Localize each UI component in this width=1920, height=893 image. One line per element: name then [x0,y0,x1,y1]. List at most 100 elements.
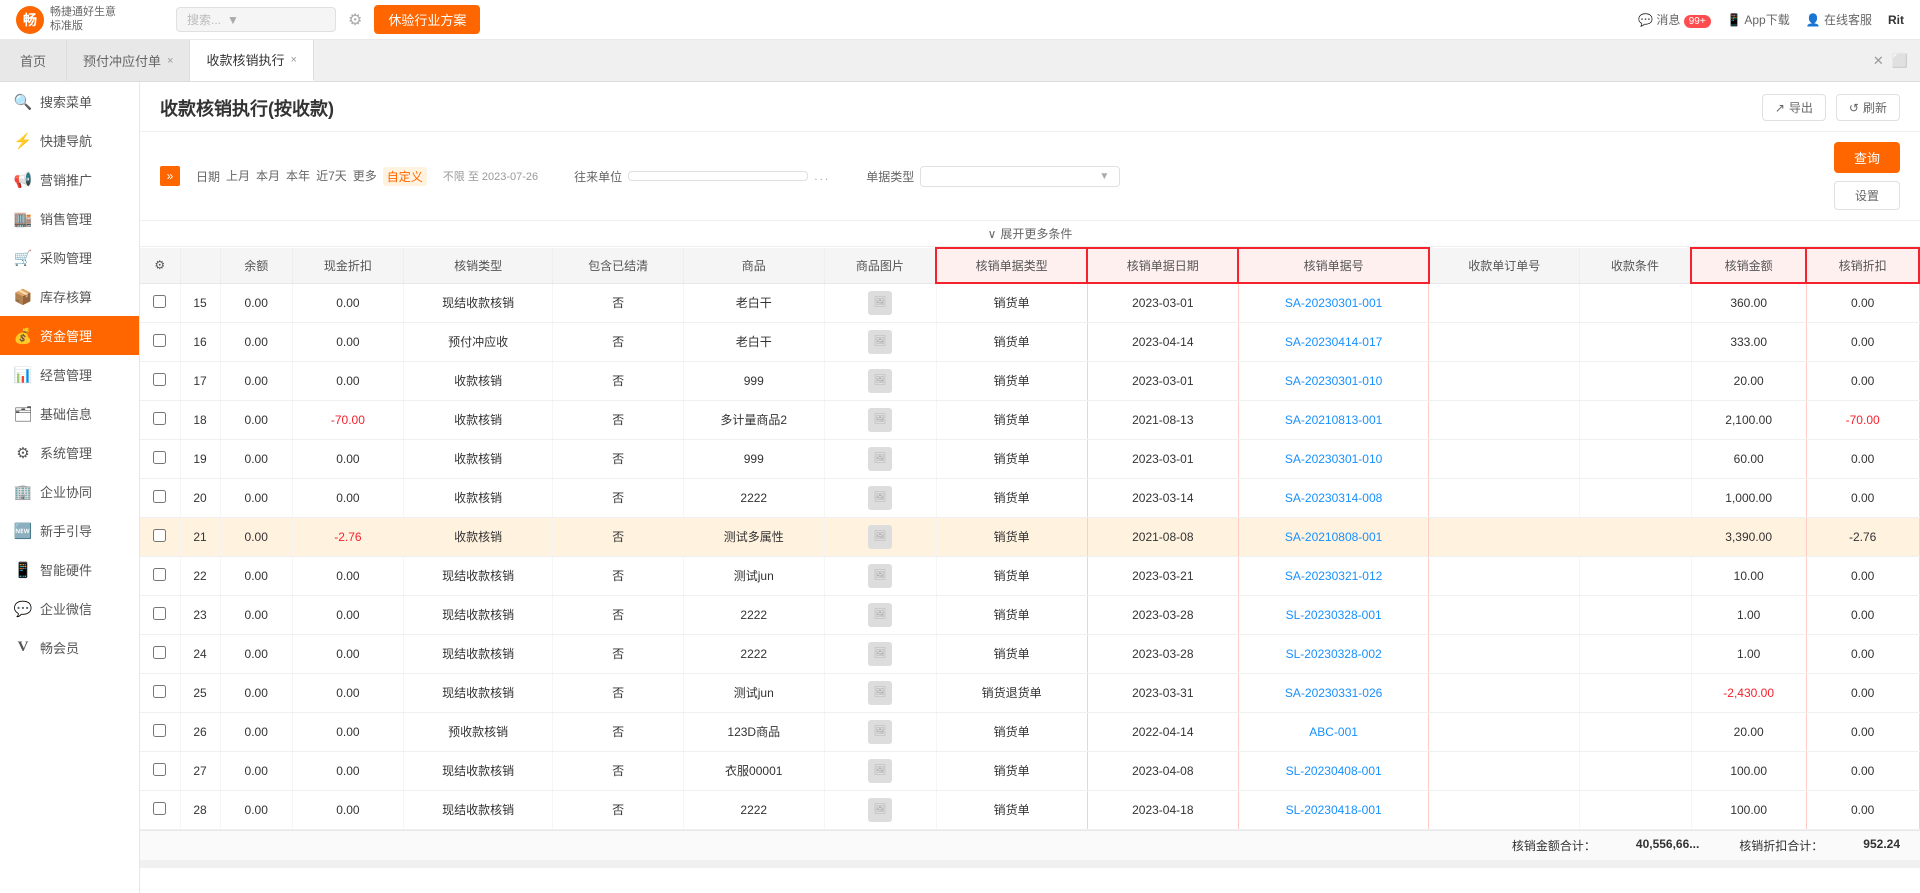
table-cell[interactable]: SL-20230418-001 [1238,790,1428,829]
tab-home[interactable]: 首页 [0,40,67,81]
export-button[interactable]: ↗ 导出 [1762,94,1826,121]
doc-no-link[interactable]: SA-20230301-001 [1285,296,1382,310]
notification-icon[interactable]: 💬 消息 99+ [1638,11,1711,28]
table-cell: 19 [180,439,220,478]
table-cell[interactable]: SA-20230314-008 [1238,478,1428,517]
unit-input[interactable] [628,171,808,181]
row-checkbox[interactable] [153,295,166,308]
row-checkbox[interactable] [153,373,166,386]
sidebar-item-sales[interactable]: 🏬 销售管理 [0,199,139,238]
doc-no-link[interactable]: SA-20230331-026 [1285,686,1382,700]
table-cell [140,712,180,751]
tab-collection[interactable]: 收款核销执行 × [190,40,313,81]
doc-no-link[interactable]: SA-20230301-010 [1285,452,1382,466]
tab-prepay-close[interactable]: × [167,55,173,67]
table-cell[interactable]: ABC-001 [1238,712,1428,751]
doc-no-link[interactable]: ABC-001 [1309,725,1358,739]
row-checkbox[interactable] [153,724,166,737]
row-checkbox[interactable] [153,802,166,815]
doc-no-link[interactable]: SA-20210813-001 [1285,413,1382,427]
row-checkbox[interactable] [153,334,166,347]
doc-no-link[interactable]: SA-20210808-001 [1285,530,1382,544]
top-search-bar[interactable]: 搜索... ▼ [176,7,336,32]
table-cell[interactable]: SA-20230301-001 [1238,283,1428,322]
filter-expand-button[interactable]: » [160,166,180,186]
sidebar-item-search[interactable]: 🔍 搜索菜单 [0,82,139,121]
table-cell: 0.00 [220,400,292,439]
table-cell[interactable]: SA-20230414-017 [1238,322,1428,361]
row-checkbox[interactable] [153,568,166,581]
gear-icon[interactable]: ⚙ [348,10,362,30]
row-checkbox[interactable] [153,529,166,542]
table-cell: 0.00 [1806,634,1919,673]
sidebar-item-corp[interactable]: 🏢 企业协同 [0,472,139,511]
sidebar-item-basic[interactable]: 🗂 基础信息 [0,394,139,433]
page-header: 收款核销执行(按收款) ↗ 导出 ↺ 刷新 [140,82,1920,132]
doc-no-link[interactable]: SL-20230408-001 [1286,764,1382,778]
date-custom[interactable]: 自定义 [383,167,427,186]
sidebar-item-business[interactable]: 📊 经营管理 [0,355,139,394]
table-cell[interactable]: SL-20230328-001 [1238,595,1428,634]
row-checkbox[interactable] [153,451,166,464]
col-settings[interactable]: ⚙ [140,248,180,283]
guide-icon: 🆕 [14,522,32,540]
query-button[interactable]: 查询 [1834,142,1900,173]
sidebar-item-hardware[interactable]: 📱 智能硬件 [0,550,139,589]
date-7days[interactable]: 近7天 [316,167,347,186]
doc-no-link[interactable]: SA-20230314-008 [1285,491,1382,505]
refresh-button[interactable]: ↺ 刷新 [1836,94,1900,121]
table-cell[interactable]: SA-20230301-010 [1238,439,1428,478]
industry-btn[interactable]: 休验行业方案 [374,5,480,34]
row-checkbox[interactable] [153,607,166,620]
purchase-icon: 🛒 [14,249,32,267]
sidebar-item-finance[interactable]: 💰 资金管理 [0,316,139,355]
row-checkbox[interactable] [153,412,166,425]
table-cell: 0.00 [292,634,403,673]
table-cell: 0.00 [220,478,292,517]
table-cell[interactable]: SA-20210813-001 [1238,400,1428,439]
doc-no-link[interactable]: SL-20230418-001 [1286,803,1382,817]
date-last-month[interactable]: 上月 [226,167,250,186]
row-checkbox[interactable] [153,646,166,659]
app-download[interactable]: 📱 App下载 [1727,11,1790,28]
sidebar-item-marketing[interactable]: 📢 营销推广 [0,160,139,199]
sidebar-item-guide[interactable]: 🆕 新手引导 [0,511,139,550]
online-service[interactable]: 👤 在线客服 [1806,11,1872,28]
table-cell: 销货单 [936,634,1087,673]
sidebar-item-quicknav[interactable]: ⚡ 快捷导航 [0,121,139,160]
row-checkbox[interactable] [153,490,166,503]
table-cell[interactable]: SL-20230408-001 [1238,751,1428,790]
table-cell[interactable]: SA-20210808-001 [1238,517,1428,556]
table-cell[interactable]: SL-20230328-002 [1238,634,1428,673]
doc-no-link[interactable]: SA-20230301-010 [1285,374,1382,388]
expand-more-bar[interactable]: ∨ 展开更多条件 [140,221,1920,247]
tab-collection-close[interactable]: × [290,54,296,66]
table-container[interactable]: ⚙ 余额 现金折扣 核销类型 包含已结清 商品 商品图片 核销单据类型 核销单据… [140,247,1920,893]
horizontal-scrollbar[interactable] [140,860,1920,868]
doc-no-link[interactable]: SL-20230328-002 [1286,647,1382,661]
row-checkbox[interactable] [153,685,166,698]
col-no [180,248,220,283]
table-cell: 🖼 [824,673,936,712]
sidebar-item-wechat[interactable]: 💬 企业微信 [0,589,139,628]
date-more[interactable]: 更多 [353,167,377,186]
row-checkbox[interactable] [153,763,166,776]
doc-type-select[interactable]: ▼ [920,166,1120,187]
sidebar-item-system[interactable]: ⚙ 系统管理 [0,433,139,472]
sidebar-item-purchase[interactable]: 🛒 采购管理 [0,238,139,277]
doc-no-link[interactable]: SA-20230321-012 [1285,569,1382,583]
settings-button[interactable]: 设置 [1834,181,1900,210]
table-cell[interactable]: SA-20230321-012 [1238,556,1428,595]
sidebar-item-member[interactable]: V 畅会员 [0,628,139,667]
tab-prepay[interactable]: 预付冲应付单 × [67,40,190,81]
maximize-icon[interactable]: ⬜ [1892,53,1908,69]
sidebar-item-inventory[interactable]: 📦 库存核算 [0,277,139,316]
doc-no-link[interactable]: SA-20230414-017 [1285,335,1382,349]
date-this-month[interactable]: 本月 [256,167,280,186]
table-cell[interactable]: SA-20230331-026 [1238,673,1428,712]
date-this-year[interactable]: 本年 [286,167,310,186]
close-window-icon[interactable]: ✕ [1873,53,1884,69]
table-cell[interactable]: SA-20230301-010 [1238,361,1428,400]
table-cell: 2023-03-01 [1087,283,1238,322]
doc-no-link[interactable]: SL-20230328-001 [1286,608,1382,622]
